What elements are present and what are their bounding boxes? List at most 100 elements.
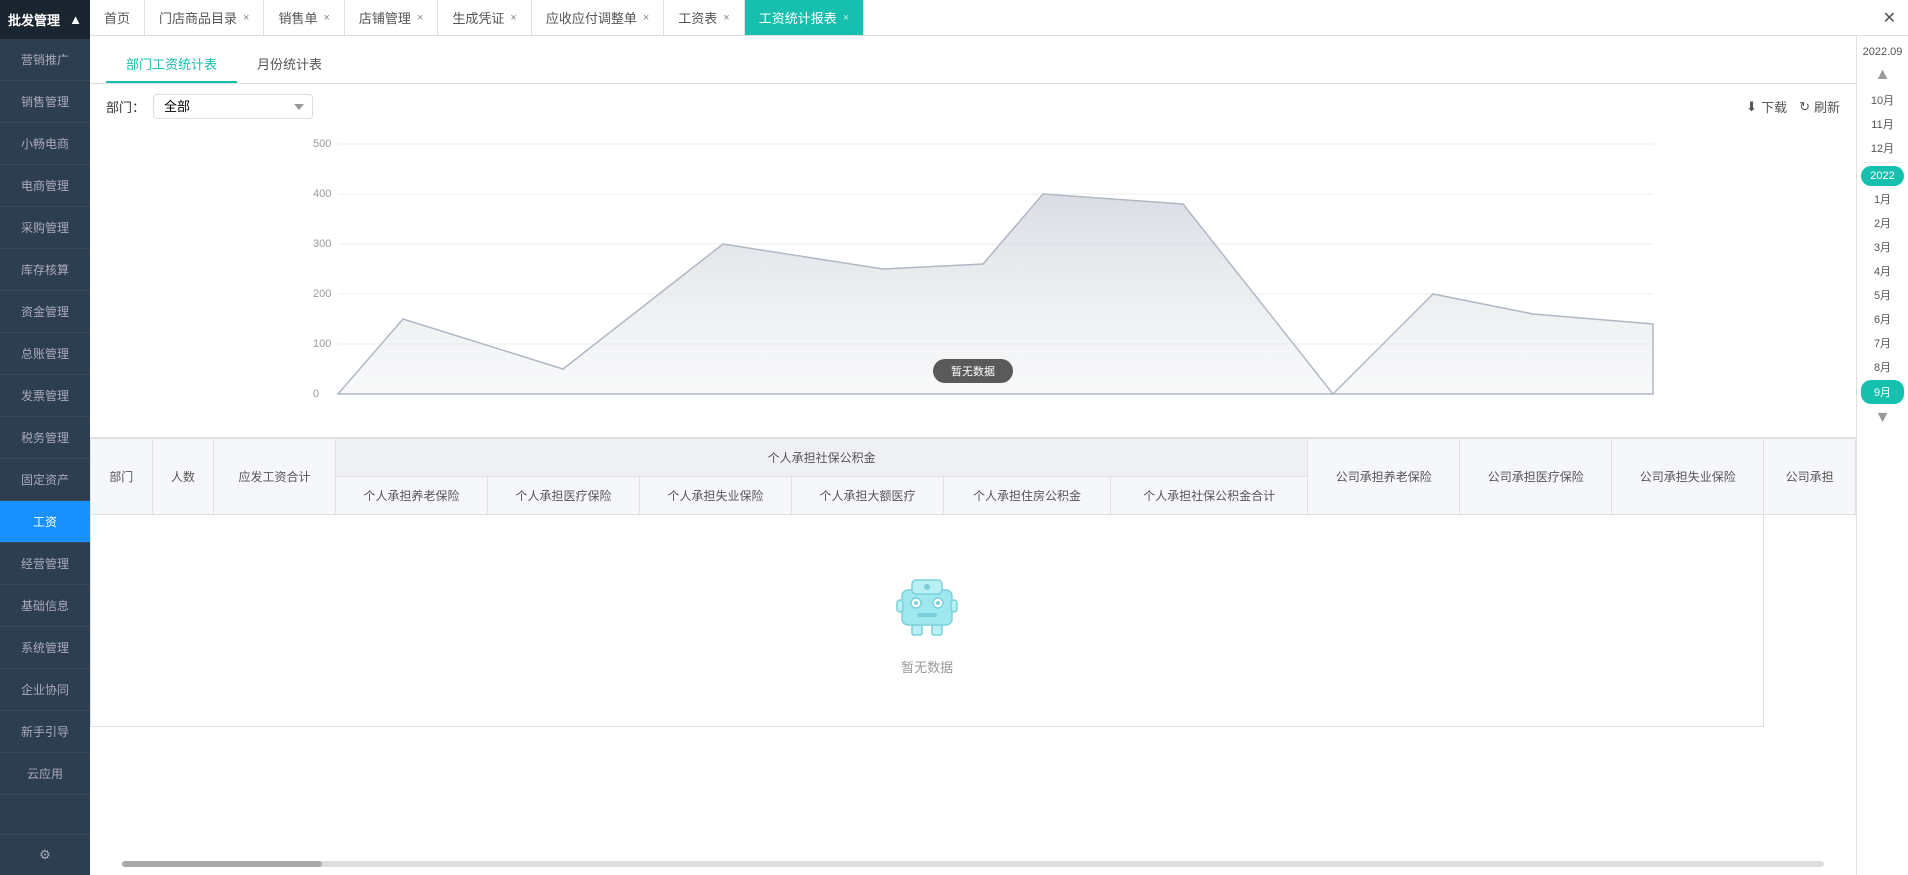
- download-button[interactable]: ⬇ 下载: [1746, 97, 1787, 116]
- sidebar-item-payroll[interactable]: 工资: [0, 501, 90, 543]
- sub-tabs: 部门工资统计表 月份统计表: [90, 36, 1856, 84]
- timeline-divider: [1862, 162, 1903, 163]
- area-chart: 500 400 300 200 100 0: [106, 129, 1840, 429]
- sidebar-item-invoice[interactable]: 发票管理: [0, 375, 90, 417]
- tab-close-store-catalog[interactable]: ×: [243, 12, 249, 24]
- timeline-year-display: 2022.09: [1859, 42, 1907, 62]
- tab-close-store-mgmt[interactable]: ×: [417, 12, 423, 24]
- table-area[interactable]: 部门 人数 应发工资合计 个人承担社保公积金 公司承担养老保险 公司承担医疗保险…: [90, 437, 1856, 853]
- sub-tab-dept-stats[interactable]: 部门工资统计表: [106, 46, 237, 83]
- sidebar-item-inventory[interactable]: 库存核算: [0, 249, 90, 291]
- tab-close-sales-order[interactable]: ×: [323, 12, 329, 24]
- col-personal-major-medical: 个人承担大额医疗: [791, 477, 943, 515]
- col-group-personal: 个人承担社保公积金: [335, 439, 1307, 477]
- timeline-nav-up[interactable]: ▲: [1871, 62, 1895, 88]
- timeline-month-10[interactable]: 10月: [1857, 88, 1908, 112]
- sidebar-item-guide[interactable]: 新手引导: [0, 711, 90, 753]
- sidebar-item-finance[interactable]: 资金管理: [0, 291, 90, 333]
- col-personal-pension: 个人承担养老保险: [335, 477, 487, 515]
- col-company-medical: 公司承担医疗保险: [1460, 439, 1612, 515]
- horizontal-scrollbar[interactable]: [122, 861, 1824, 867]
- chart-wrapper: 500 400 300 200 100 0: [90, 129, 1856, 429]
- sidebar-item-purchase[interactable]: 采购管理: [0, 207, 90, 249]
- timeline-month-7[interactable]: 7月: [1857, 331, 1908, 355]
- sidebar-item-ecommerce-small[interactable]: 小畅电商: [0, 123, 90, 165]
- tab-bar-actions: ✕: [1871, 8, 1908, 28]
- svg-text:200: 200: [313, 288, 331, 300]
- empty-icon: [887, 565, 967, 645]
- sidebar-header-label: 批发管理: [8, 10, 60, 29]
- col-headcount: 人数: [152, 439, 214, 515]
- col-total-salary: 应发工资合计: [214, 439, 336, 515]
- tab-close-payroll-table[interactable]: ×: [723, 12, 729, 24]
- timeline-month-2[interactable]: 2月: [1857, 211, 1908, 235]
- col-personal-total: 个人承担社保公积金合计: [1111, 477, 1308, 515]
- timeline-panel: 2022.09 ▲ 10月 11月 12月 2022 1月 2月 3月: [1856, 36, 1908, 875]
- sidebar-item-ledger[interactable]: 总账管理: [0, 333, 90, 375]
- sidebar-expand-icon: ▲: [69, 12, 82, 27]
- tab-production-voucher[interactable]: 生成凭证 ×: [438, 0, 531, 35]
- timeline-month-11[interactable]: 11月: [1857, 112, 1908, 136]
- sidebar-item-base[interactable]: 基础信息: [0, 585, 90, 627]
- scrollbar-thumb[interactable]: [122, 861, 322, 867]
- sidebar-settings[interactable]: ⚙: [0, 834, 90, 875]
- col-personal-unemployment: 个人承担失业保险: [639, 477, 791, 515]
- tab-close-receivables[interactable]: ×: [643, 12, 649, 24]
- timeline-month-6[interactable]: 6月: [1857, 307, 1908, 331]
- col-personal-housing: 个人承担住房公积金: [943, 477, 1110, 515]
- tab-home[interactable]: 首页: [90, 0, 145, 35]
- page-toolbar: 部门： 全部 ⬇ 下载 ↻ 刷新: [90, 84, 1856, 129]
- sub-tab-month-stats[interactable]: 月份统计表: [237, 46, 342, 83]
- col-dept: 部门: [91, 439, 153, 515]
- tab-close-payroll-report[interactable]: ×: [843, 12, 849, 24]
- sidebar: 批发管理 ▲ 营销推广 销售管理 小畅电商 电商管理 采购管理 库存核算 资金管…: [0, 0, 90, 875]
- col-company-unemployment: 公司承担失业保险: [1612, 439, 1764, 515]
- dept-select[interactable]: 全部: [153, 94, 313, 119]
- sidebar-item-tax[interactable]: 税务管理: [0, 417, 90, 459]
- sidebar-item-enterprise[interactable]: 企业协同: [0, 669, 90, 711]
- col-personal-medical: 个人承担医疗保险: [487, 477, 639, 515]
- timeline-month-4[interactable]: 4月: [1857, 259, 1908, 283]
- timeline-month-5[interactable]: 5月: [1857, 283, 1908, 307]
- refresh-icon: ↻: [1799, 99, 1810, 115]
- download-icon: ⬇: [1746, 99, 1757, 115]
- tab-payroll-report[interactable]: 工资统计报表 ×: [745, 0, 864, 35]
- timeline-month-8[interactable]: 8月: [1857, 355, 1908, 379]
- timeline-month-1[interactable]: 1月: [1857, 187, 1908, 211]
- tab-receivables[interactable]: 应收应付调整单 ×: [532, 0, 664, 35]
- sidebar-item-operations[interactable]: 经营管理: [0, 543, 90, 585]
- data-table: 部门 人数 应发工资合计 个人承担社保公积金 公司承担养老保险 公司承担医疗保险…: [90, 438, 1856, 727]
- filter-row: 部门： 全部: [106, 94, 313, 119]
- timeline-nav-down[interactable]: ▼: [1871, 405, 1895, 431]
- sidebar-item-system[interactable]: 系统管理: [0, 627, 90, 669]
- sidebar-item-cloud[interactable]: 云应用: [0, 753, 90, 795]
- empty-text: 暂无数据: [901, 657, 953, 676]
- tab-store-catalog[interactable]: 门店商品目录 ×: [145, 0, 264, 35]
- timeline-month-9[interactable]: 9月: [1861, 380, 1904, 404]
- svg-text:100: 100: [313, 338, 331, 350]
- gear-icon: ⚙: [39, 847, 51, 862]
- timeline-month-3[interactable]: 3月: [1857, 235, 1908, 259]
- tab-payroll-table[interactable]: 工资表 ×: [664, 0, 744, 35]
- dept-filter-label: 部门：: [106, 97, 145, 116]
- timeline-month-12[interactable]: 12月: [1857, 136, 1908, 160]
- sidebar-header[interactable]: 批发管理 ▲: [0, 0, 90, 39]
- svg-text:500: 500: [313, 138, 331, 150]
- empty-cell: 暂无数据: [91, 515, 1764, 727]
- tab-close-production-voucher[interactable]: ×: [510, 12, 516, 24]
- svg-text:0: 0: [313, 388, 319, 400]
- content-area: 部门工资统计表 月份统计表 部门： 全部 ⬇ 下载: [90, 36, 1908, 875]
- sidebar-item-sales[interactable]: 销售管理: [0, 81, 90, 123]
- tab-bar-close-button[interactable]: ✕: [1879, 8, 1900, 28]
- sidebar-item-ecommerce[interactable]: 电商管理: [0, 165, 90, 207]
- empty-state: 暂无数据: [103, 525, 1751, 716]
- col-company-pension: 公司承担养老保险: [1308, 439, 1460, 515]
- tab-store-mgmt[interactable]: 店铺管理 ×: [345, 0, 438, 35]
- svg-text:暂无数据: 暂无数据: [951, 364, 995, 378]
- timeline-year-2022[interactable]: 2022: [1861, 166, 1904, 186]
- page-content: 部门工资统计表 月份统计表 部门： 全部 ⬇ 下载: [90, 36, 1856, 875]
- tab-sales-order[interactable]: 销售单 ×: [264, 0, 344, 35]
- refresh-button[interactable]: ↻ 刷新: [1799, 97, 1840, 116]
- sidebar-item-assets[interactable]: 固定资产: [0, 459, 90, 501]
- sidebar-item-marketing[interactable]: 营销推广: [0, 39, 90, 81]
